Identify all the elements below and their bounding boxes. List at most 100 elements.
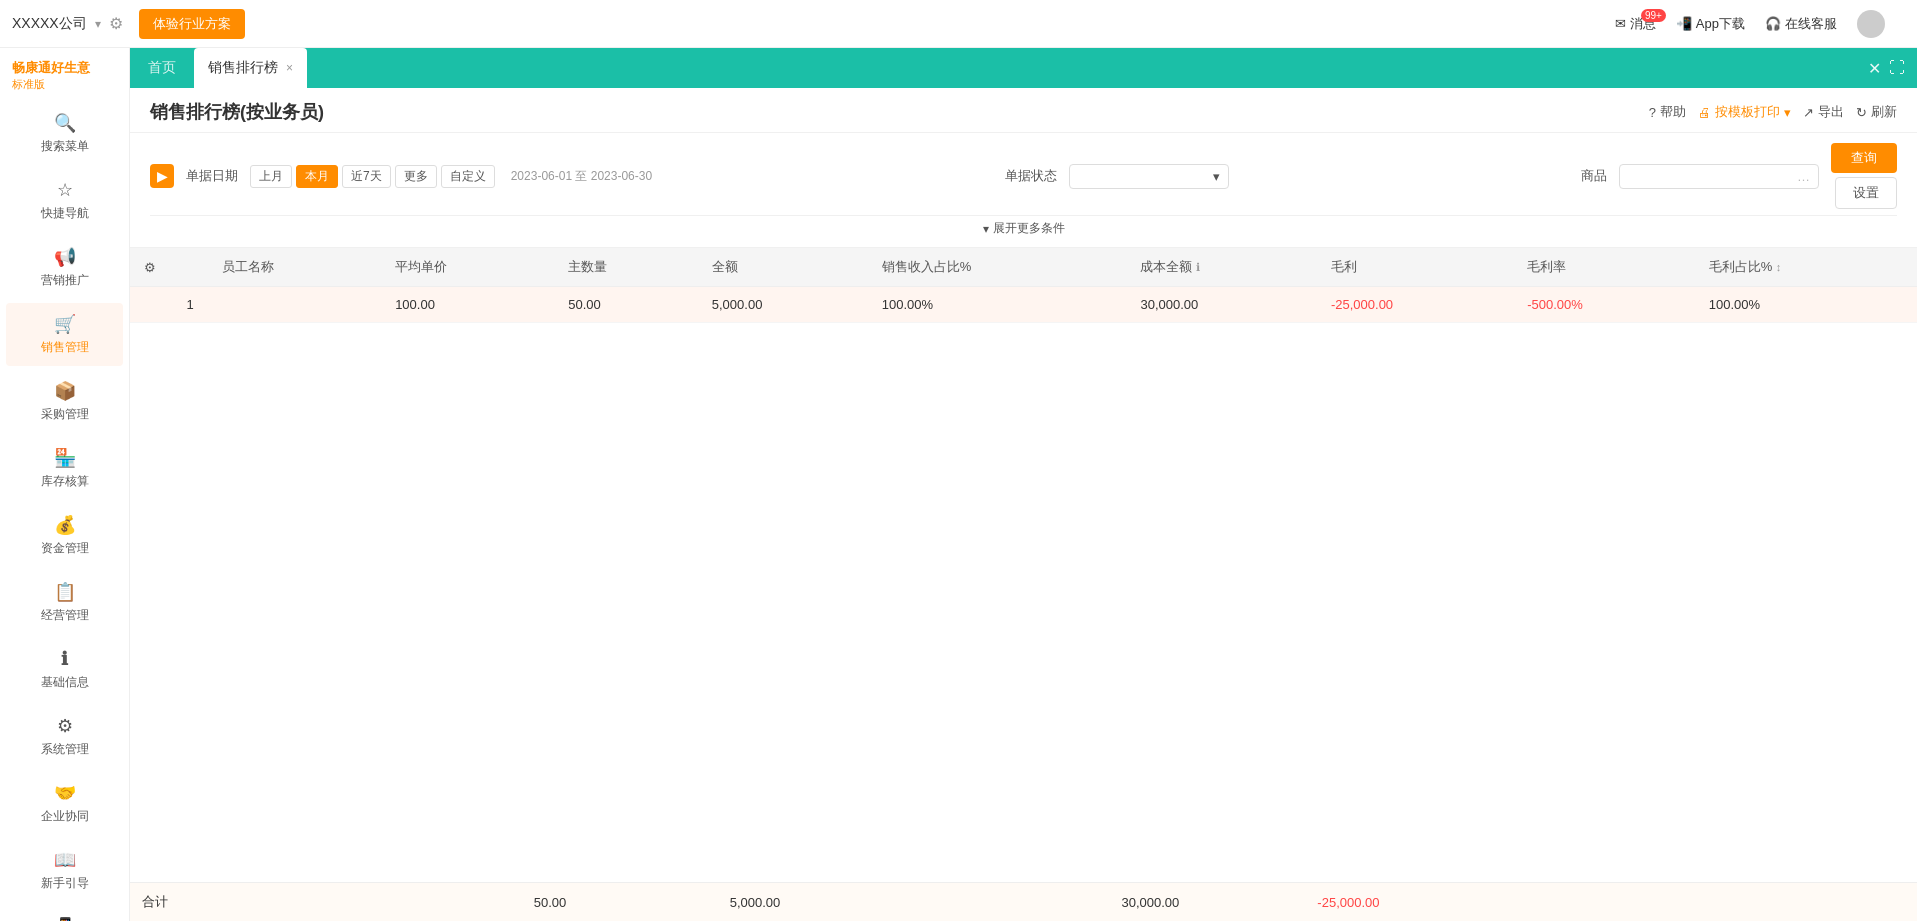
trial-button[interactable]: 体验行业方案 [139, 9, 245, 39]
footer-cost: 30,000.00 [1121, 895, 1317, 910]
tab-bar-maximize-icon[interactable]: ⛶ [1889, 59, 1905, 77]
company-selector[interactable]: XXXXX公司 ▾ [12, 15, 101, 33]
col-profit-rate: 毛利率 [1515, 248, 1696, 287]
status-label: 单据状态 [1005, 167, 1057, 185]
message-badge: 99+ [1641, 9, 1666, 22]
tab-bar-right: ✕ ⛶ [1868, 59, 1917, 78]
sidebar-item-quick-nav[interactable]: ☆ 快捷导航 [6, 169, 123, 232]
status-select[interactable]: ▾ [1069, 164, 1229, 189]
footer-profit: -25,000.00 [1317, 895, 1513, 910]
arrow-icon: ▶ [157, 168, 168, 184]
tab-bar: 首页 销售排行榜 × ✕ ⛶ [130, 48, 1917, 88]
row-settings-cell [130, 287, 170, 323]
sidebar-item-sales[interactable]: 🛒 销售管理 [6, 303, 123, 366]
row-avg-price: 100.00 [383, 287, 556, 323]
sidebar-label-sales: 销售管理 [41, 339, 89, 356]
sidebar-item-system[interactable]: ⚙ 系统管理 [6, 705, 123, 768]
goods-input[interactable]: … [1619, 164, 1819, 189]
row-amount: 5,000.00 [700, 287, 870, 323]
col-rank [170, 248, 210, 287]
warehouse-icon: 🏪 [54, 447, 76, 469]
footer-amount: 5,000.00 [730, 895, 926, 910]
refresh-label: 刷新 [1871, 103, 1897, 121]
date-btn-this-month[interactable]: 本月 [296, 165, 338, 188]
date-buttons: 上月 本月 近7天 更多 自定义 [250, 165, 495, 188]
expand-icon: ▾ [983, 222, 989, 236]
help-label: 帮助 [1660, 103, 1686, 121]
page-header-actions: ? 帮助 🖨 按模板打印 ▾ ↗ 导出 ↻ 刷新 [1649, 103, 1897, 121]
table-body: 1 100.00 50.00 5,000.00 100.00% 30,000.0… [130, 287, 1917, 323]
guide-icon: 📖 [54, 849, 76, 871]
app-label: App下载 [1696, 15, 1745, 33]
marketing-icon: 📢 [54, 246, 76, 268]
settings-button[interactable]: 设置 [1835, 177, 1897, 209]
top-bar-right: ✉ 消息 99+ 📲 App下载 🎧 在线客服 [1615, 10, 1905, 38]
print-icon: 🖨 [1698, 105, 1711, 120]
company-name: XXXXX公司 [12, 15, 87, 33]
main-layout: 畅康通好生意 标准版 🔍 搜索菜单 ☆ 快捷导航 📢 营销推广 🛒 销售管理 📦… [0, 48, 1917, 921]
tab-bar-close-icon[interactable]: ✕ [1868, 59, 1881, 78]
page-header: 销售排行榜(按业务员) ? 帮助 🖨 按模板打印 ▾ ↗ 导出 [130, 88, 1917, 133]
filter-toggle-arrow[interactable]: ▶ [150, 164, 174, 188]
col-sales-pct: 销售收入占比% [870, 248, 1129, 287]
app-download-button[interactable]: 📲 App下载 [1676, 15, 1745, 33]
finance-icon: 💰 [54, 514, 76, 536]
row-qty: 50.00 [556, 287, 700, 323]
date-btn-custom[interactable]: 自定义 [441, 165, 495, 188]
print-label: 按模板打印 [1715, 103, 1780, 121]
col-profit: 毛利 [1319, 248, 1515, 287]
app-icon: 📲 [1676, 16, 1692, 31]
message-button[interactable]: ✉ 消息 99+ [1615, 15, 1656, 33]
goods-label: 商品 [1581, 167, 1607, 185]
tab-active-label: 销售排行榜 [208, 59, 278, 77]
print-button[interactable]: 🖨 按模板打印 ▾ [1698, 103, 1791, 121]
avatar[interactable] [1857, 10, 1885, 38]
service-icon: 🎧 [1765, 16, 1781, 31]
goods-more-icon: … [1797, 169, 1810, 184]
date-btn-7days[interactable]: 近7天 [342, 165, 391, 188]
tab-home[interactable]: 首页 [130, 48, 194, 88]
sidebar-label-purchase: 采购管理 [41, 406, 89, 423]
sidebar-logo: 畅康通好生意 标准版 [0, 48, 129, 100]
sidebar-item-search[interactable]: 🔍 搜索菜单 [6, 102, 123, 165]
col-avg-price: 平均单价 [383, 248, 556, 287]
sidebar-item-warehouse[interactable]: 🏪 库存核算 [6, 437, 123, 500]
col-amount: 全额 [700, 248, 870, 287]
sidebar-item-guide[interactable]: 📖 新手引导 [6, 839, 123, 902]
sidebar-item-basic[interactable]: ℹ 基础信息 [6, 638, 123, 701]
online-service-button[interactable]: 🎧 在线客服 [1765, 15, 1837, 33]
sidebar-item-finance[interactable]: 💰 资金管理 [6, 504, 123, 567]
sidebar-item-purchase[interactable]: 📦 采购管理 [6, 370, 123, 433]
data-table: ⚙ 员工名称 平均单价 主数量 全额 销售收入占比% 成本全额 ℹ 毛利 毛利率… [130, 248, 1917, 323]
purchase-icon: 📦 [54, 380, 76, 402]
export-label: 导出 [1818, 103, 1844, 121]
tab-sales-ranking[interactable]: 销售排行榜 × [194, 48, 307, 88]
col-qty: 主数量 [556, 248, 700, 287]
footer-qty: 50.00 [534, 895, 730, 910]
col-settings[interactable]: ⚙ [130, 248, 170, 287]
company-settings-icon[interactable]: ⚙ [109, 14, 123, 33]
tab-close-icon[interactable]: × [286, 61, 293, 75]
query-button[interactable]: 查询 [1831, 143, 1897, 173]
expand-more-btn[interactable]: ▾ 展开更多条件 [150, 215, 1897, 241]
basic-icon: ℹ [61, 648, 68, 670]
help-button[interactable]: ? 帮助 [1649, 103, 1686, 121]
refresh-button[interactable]: ↻ 刷新 [1856, 103, 1897, 121]
table-header: ⚙ 员工名称 平均单价 主数量 全额 销售收入占比% 成本全额 ℹ 毛利 毛利率… [130, 248, 1917, 287]
business-icon: 📋 [54, 581, 76, 603]
sidebar-label-search: 搜索菜单 [41, 138, 89, 155]
data-table-wrap: ⚙ 员工名称 平均单价 主数量 全额 销售收入占比% 成本全额 ℹ 毛利 毛利率… [130, 248, 1917, 882]
row-profit-rate: -500.00% [1515, 287, 1696, 323]
date-btn-more[interactable]: 更多 [395, 165, 437, 188]
sidebar-item-marketing[interactable]: 📢 营销推广 [6, 236, 123, 299]
footer-label: 合计 [142, 893, 338, 911]
expand-label: 展开更多条件 [993, 220, 1065, 237]
sidebar-item-business[interactable]: 📋 经营管理 [6, 571, 123, 634]
date-btn-last-month[interactable]: 上月 [250, 165, 292, 188]
logo-sub: 标准版 [12, 77, 45, 92]
page-content: 销售排行榜(按业务员) ? 帮助 🖨 按模板打印 ▾ ↗ 导出 [130, 88, 1917, 921]
sidebar-item-apps[interactable]: 📱 应用中心 [6, 906, 123, 921]
sidebar: 畅康通好生意 标准版 🔍 搜索菜单 ☆ 快捷导航 📢 营销推广 🛒 销售管理 📦… [0, 48, 130, 921]
sidebar-item-collab[interactable]: 🤝 企业协同 [6, 772, 123, 835]
export-button[interactable]: ↗ 导出 [1803, 103, 1844, 121]
